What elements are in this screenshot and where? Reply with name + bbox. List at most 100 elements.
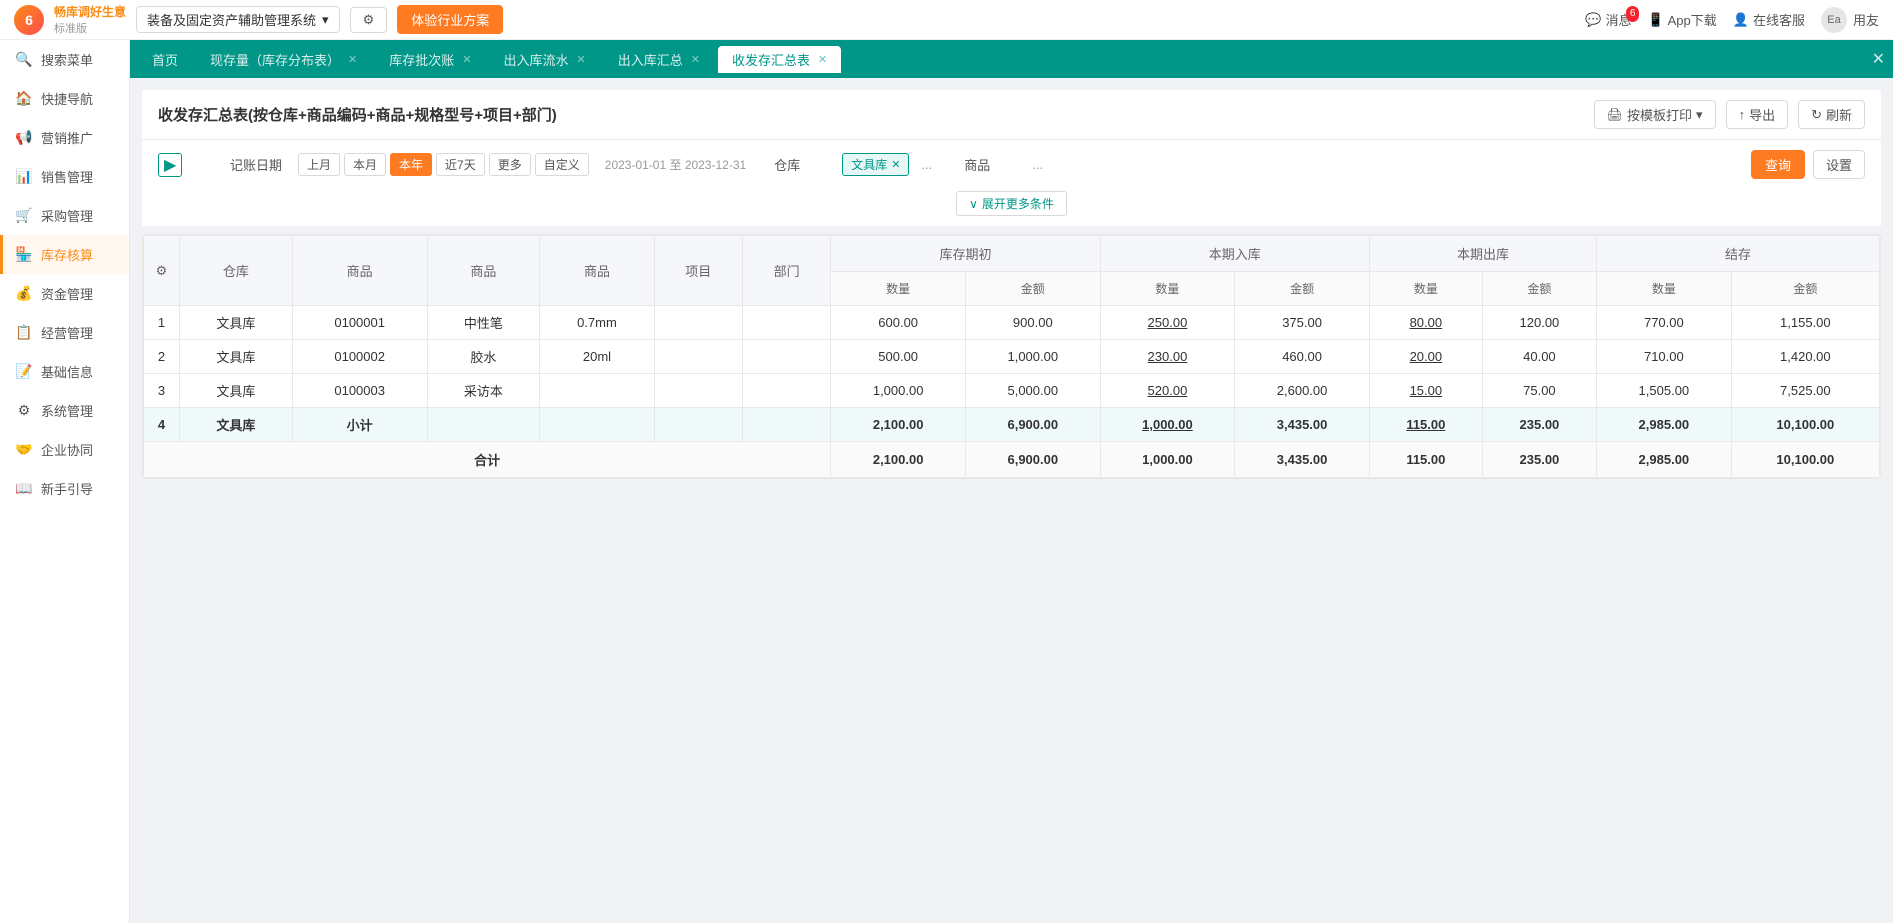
date-btn-this-month[interactable]: 本月 bbox=[344, 153, 386, 176]
filter-row-date: ▶ 记账日期 上月 本月 本年 近7天 更多 自定义 2023-01-01 至 … bbox=[158, 150, 1865, 179]
tab-batch-ledger[interactable]: 库存批次账 ✕ bbox=[375, 46, 485, 73]
user-menu[interactable]: Ea 用友 bbox=[1821, 7, 1879, 33]
date-btn-7days[interactable]: 近7天 bbox=[436, 153, 485, 176]
print-template-button[interactable]: 🖨 按模板打印 ▾ bbox=[1594, 100, 1716, 129]
subtotal-in-qty[interactable]: 1,000.00 bbox=[1100, 408, 1235, 442]
tab-close-icon[interactable]: ✕ bbox=[577, 53, 586, 66]
app-subtitle: 标准版 bbox=[54, 20, 126, 36]
main-layout: 🔍 搜索菜单 🏠 快捷导航 📢 营销推广 📊 销售管理 🛒 采购管 bbox=[0, 40, 1893, 923]
filter-expand-arrow[interactable]: ▶ bbox=[158, 153, 218, 177]
query-button[interactable]: 查询 bbox=[1751, 150, 1805, 179]
tab-close-icon[interactable]: ✕ bbox=[691, 53, 700, 66]
settings-col-header[interactable]: ⚙ bbox=[144, 236, 180, 306]
tab-home[interactable]: 首页 bbox=[138, 46, 192, 73]
tab-close-icon[interactable]: ✕ bbox=[462, 53, 471, 66]
experience-button[interactable]: 体验行业方案 bbox=[397, 5, 503, 34]
expand-more-row: ∨ 展开更多条件 bbox=[158, 185, 1865, 216]
subtotal-out-qty[interactable]: 115.00 bbox=[1369, 408, 1482, 442]
page-content: 收发存汇总表(按仓库+商品编码+商品+规格型号+项目+部门) 🖨 按模板打印 ▾… bbox=[130, 78, 1893, 923]
sidebar-item-guide[interactable]: 📖 新手引导 bbox=[0, 469, 129, 508]
warehouse-col-header: 仓库 bbox=[180, 236, 293, 306]
subtotal-out-amt: 235.00 bbox=[1482, 408, 1596, 442]
page-title-bar: 收发存汇总表(按仓库+商品编码+商品+规格型号+项目+部门) 🖨 按模板打印 ▾… bbox=[142, 90, 1881, 140]
row-open-qty: 500.00 bbox=[831, 340, 966, 374]
row-goods-spec: 20ml bbox=[540, 340, 654, 374]
bal-amt-header: 金额 bbox=[1731, 272, 1879, 306]
tab-stock-distribution[interactable]: 现存量（库存分布表） ✕ bbox=[196, 46, 371, 73]
row-out-qty[interactable]: 80.00 bbox=[1369, 306, 1482, 340]
sidebar-item-label: 采购管理 bbox=[41, 206, 93, 225]
sidebar-item-marketing[interactable]: 📢 营销推广 bbox=[0, 118, 129, 157]
row-project bbox=[654, 374, 742, 408]
row-in-amt: 375.00 bbox=[1235, 306, 1370, 340]
expand-conditions-button[interactable]: ∨ 展开更多条件 bbox=[956, 191, 1067, 216]
goods-more-ellipsis[interactable]: ... bbox=[1032, 157, 1043, 172]
sidebar-item-finance[interactable]: 💰 资金管理 bbox=[0, 274, 129, 313]
subtotal-no: 4 bbox=[144, 408, 180, 442]
tab-inout-summary[interactable]: 出入库汇总 ✕ bbox=[604, 46, 714, 73]
sidebar-item-basic-info[interactable]: 📝 基础信息 bbox=[0, 352, 129, 391]
megaphone-icon: 📢 bbox=[15, 129, 33, 147]
goods-code-col-header: 商品 bbox=[292, 236, 427, 306]
notification-button[interactable]: 💬 消息 6 bbox=[1585, 10, 1631, 29]
tab-receipt-summary[interactable]: 收发存汇总表 ✕ bbox=[718, 46, 841, 73]
export-button[interactable]: ↑ 导出 bbox=[1726, 100, 1789, 129]
system-bar-right: 💬 消息 6 📱 App下载 👤 在线客服 Ea 用友 bbox=[1585, 7, 1879, 33]
row-project bbox=[654, 306, 742, 340]
row-out-qty[interactable]: 20.00 bbox=[1369, 340, 1482, 374]
print-icon: 🖨 bbox=[1607, 107, 1624, 123]
sidebar-nav: 🔍 搜索菜单 🏠 快捷导航 📢 营销推广 📊 销售管理 🛒 采购管 bbox=[0, 40, 129, 923]
warehouse-icon: 🏪 bbox=[15, 246, 33, 264]
sidebar-item-system[interactable]: ⚙ 系统管理 bbox=[0, 391, 129, 430]
tab-bar-close-button[interactable]: ✕ bbox=[1872, 49, 1885, 69]
total-out-amt: 235.00 bbox=[1482, 442, 1596, 478]
sidebar-item-quick-nav[interactable]: 🏠 快捷导航 bbox=[0, 79, 129, 118]
settings-button[interactable]: ⚙ bbox=[350, 7, 388, 33]
refresh-button[interactable]: ↻ 刷新 bbox=[1798, 100, 1865, 129]
row-in-qty[interactable]: 520.00 bbox=[1100, 374, 1235, 408]
date-btn-last-month[interactable]: 上月 bbox=[298, 153, 340, 176]
current-in-col-header: 本期入库 bbox=[1100, 236, 1369, 272]
date-label: 记账日期 bbox=[230, 155, 286, 174]
notification-badge: 6 bbox=[1626, 6, 1640, 22]
row-out-amt: 40.00 bbox=[1482, 340, 1596, 374]
row-open-amt: 5,000.00 bbox=[965, 374, 1100, 408]
chart-icon: 📊 bbox=[15, 168, 33, 186]
total-open-qty: 2,100.00 bbox=[831, 442, 966, 478]
date-btn-this-year[interactable]: 本年 bbox=[390, 153, 432, 176]
app-title: 畅库调好生意 bbox=[54, 3, 126, 20]
sidebar-item-purchase[interactable]: 🛒 采购管理 bbox=[0, 196, 129, 235]
row-out-qty[interactable]: 15.00 bbox=[1369, 374, 1482, 408]
sidebar-item-operations[interactable]: 📋 经营管理 bbox=[0, 313, 129, 352]
sidebar-item-enterprise[interactable]: 🤝 企业协同 bbox=[0, 430, 129, 469]
row-open-amt: 1,000.00 bbox=[965, 340, 1100, 374]
in-amt-header: 金额 bbox=[1235, 272, 1370, 306]
row-no: 2 bbox=[144, 340, 180, 374]
warehouse-tag-close[interactable]: ✕ bbox=[891, 158, 900, 171]
book-icon: 📖 bbox=[15, 480, 33, 498]
row-goods-name: 中性笔 bbox=[427, 306, 540, 340]
date-btn-custom[interactable]: 自定义 bbox=[535, 153, 589, 176]
tab-inout-flow[interactable]: 出入库流水 ✕ bbox=[489, 46, 599, 73]
filter-action-btns: 查询 设置 bbox=[1751, 150, 1865, 179]
tab-close-icon[interactable]: ✕ bbox=[818, 53, 827, 66]
warehouse-more-ellipsis[interactable]: ... bbox=[921, 157, 932, 172]
sidebar-item-sales[interactable]: 📊 销售管理 bbox=[0, 157, 129, 196]
row-goods-code: 0100001 bbox=[292, 306, 427, 340]
row-out-amt: 75.00 bbox=[1482, 374, 1596, 408]
goods-name-col-header: 商品 bbox=[427, 236, 540, 306]
row-bal-qty: 710.00 bbox=[1597, 340, 1732, 374]
search-icon: 🔍 bbox=[15, 51, 33, 69]
date-btn-more[interactable]: 更多 bbox=[489, 153, 531, 176]
online-support-button[interactable]: 👤 在线客服 bbox=[1733, 10, 1805, 29]
system-selector[interactable]: 装备及固定资产辅助管理系统 ▾ bbox=[136, 6, 340, 33]
row-in-qty[interactable]: 250.00 bbox=[1100, 306, 1235, 340]
settings-filter-button[interactable]: 设置 bbox=[1813, 150, 1865, 179]
sidebar-item-inventory[interactable]: 🏪 库存核算 bbox=[0, 235, 129, 274]
sidebar-item-search[interactable]: 🔍 搜索菜单 bbox=[0, 40, 129, 79]
tab-close-icon[interactable]: ✕ bbox=[348, 53, 357, 66]
table-row: 2 文具库 0100002 胶水 20ml 500.00 1,000.00 23… bbox=[144, 340, 1880, 374]
app-download-button[interactable]: 📱 App下载 bbox=[1647, 10, 1716, 29]
sidebar-item-label: 新手引导 bbox=[41, 479, 93, 498]
row-in-qty[interactable]: 230.00 bbox=[1100, 340, 1235, 374]
